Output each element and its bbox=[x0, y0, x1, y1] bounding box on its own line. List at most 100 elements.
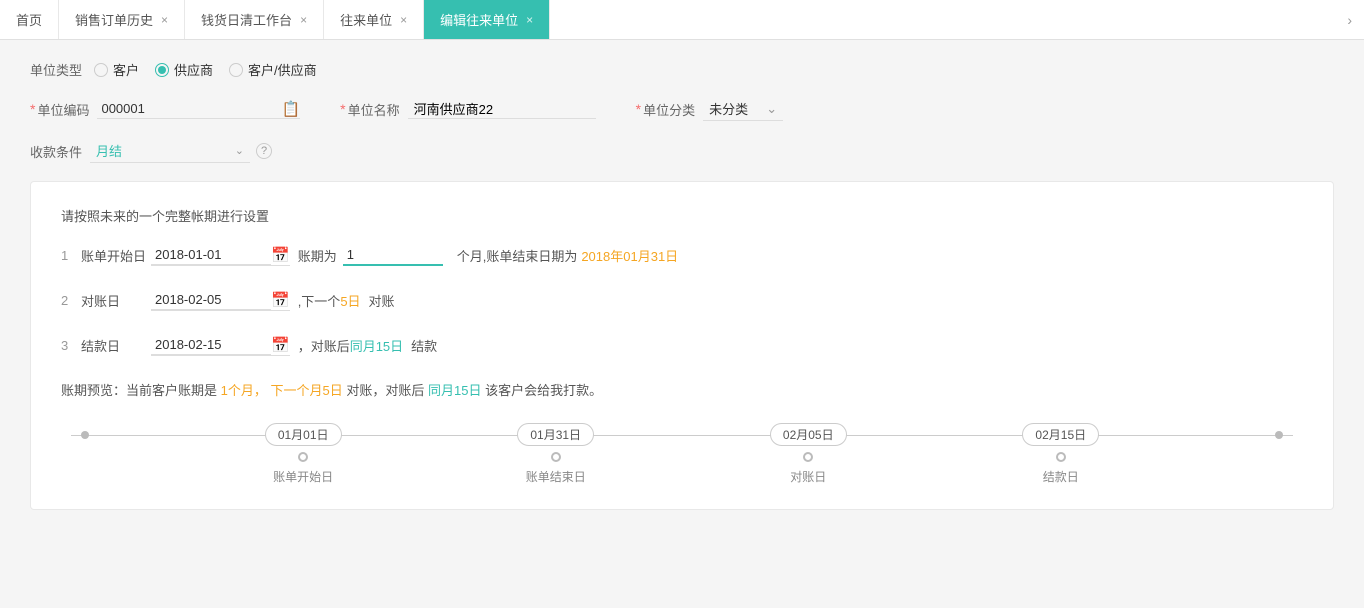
radio-supplier-circle bbox=[155, 63, 169, 77]
step-2-desc-suffix: 对账 bbox=[369, 291, 395, 310]
category-item: * 单位分类 未分类 ⌄ bbox=[636, 97, 783, 121]
timeline-start-dot bbox=[81, 423, 89, 485]
timeline-end-dot bbox=[1275, 423, 1283, 485]
radio-supplier-label: 供应商 bbox=[174, 60, 213, 79]
tab-edit-unit[interactable]: 编辑往来单位 × bbox=[424, 0, 550, 39]
payment-item: 收款条件 月结 ⌄ ? bbox=[30, 139, 272, 163]
tl-dot-3 bbox=[803, 452, 813, 462]
step-3-date-wrap: 📅 bbox=[151, 335, 290, 356]
code-name-cat-row: * 单位编码 📋 * 单位名称 * 单位分类 未分类 ⌄ bbox=[30, 97, 1334, 121]
step-3-num: 3 bbox=[61, 338, 81, 353]
tl-label-1: 账单开始日 bbox=[273, 468, 333, 485]
payment-row: 收款条件 月结 ⌄ ? bbox=[30, 139, 1334, 163]
timeline-node-2: 01月31日 账单结束日 bbox=[517, 423, 594, 485]
category-select[interactable]: 未分类 ⌄ bbox=[703, 97, 783, 121]
step-1-row: 1 账单开始日 📅 账期为 个月,账单结束日期为 2018年01月31日 bbox=[61, 245, 1303, 266]
step-2-highlight: 5日 bbox=[340, 291, 360, 310]
tl-badge-3: 02月05日 bbox=[770, 423, 847, 446]
code-input-wrap: 📋 bbox=[97, 99, 300, 119]
tab-unit-close[interactable]: × bbox=[400, 13, 407, 27]
radio-supplier[interactable]: 供应商 bbox=[155, 60, 213, 79]
section-instruction: 请按照未来的一个完整帐期进行设置 bbox=[61, 206, 1303, 225]
preview-end: 该客户会给我打款。 bbox=[485, 383, 602, 398]
code-item: * 单位编码 📋 bbox=[30, 99, 300, 119]
tl-label-2: 账单结束日 bbox=[526, 468, 586, 485]
unit-type-item: 单位类型 客户 供应商 客户/供应商 bbox=[30, 60, 317, 79]
unit-type-label: 单位类型 bbox=[30, 60, 82, 79]
radio-both-circle bbox=[229, 63, 243, 77]
name-label: 单位名称 bbox=[348, 100, 400, 119]
payment-value: 月结 bbox=[96, 141, 235, 160]
step-3-desc-suffix: 结款 bbox=[411, 336, 437, 355]
tab-cash-flow-close[interactable]: × bbox=[300, 13, 307, 27]
tab-sales-history[interactable]: 销售订单历史 × bbox=[59, 0, 185, 39]
unit-type-row: 单位类型 客户 供应商 客户/供应商 bbox=[30, 60, 1334, 79]
preview-p3: 同月15日 bbox=[428, 383, 481, 398]
payment-chevron-icon: ⌄ bbox=[235, 144, 244, 157]
tab-home[interactable]: 首页 bbox=[0, 0, 59, 39]
tl-badge-2: 01月31日 bbox=[517, 423, 594, 446]
step-1-date-wrap: 📅 bbox=[151, 245, 290, 266]
code-star: * bbox=[30, 101, 35, 117]
tab-cash-flow[interactable]: 钱货日清工作台 × bbox=[185, 0, 324, 39]
main-content: 单位类型 客户 供应商 客户/供应商 * 单位编码 bbox=[0, 40, 1364, 608]
step-1-desc-before: 账期为 bbox=[298, 246, 337, 265]
step-2-date-input[interactable] bbox=[151, 290, 271, 310]
preview-mid: 对账，对账后 bbox=[346, 383, 424, 398]
name-input[interactable] bbox=[408, 99, 596, 119]
radio-customer-circle bbox=[94, 63, 108, 77]
step-1-name: 账单开始日 bbox=[81, 246, 151, 265]
tab-unit[interactable]: 往来单位 × bbox=[324, 0, 424, 39]
radio-both[interactable]: 客户/供应商 bbox=[229, 60, 317, 79]
step-2-cal-icon[interactable]: 📅 bbox=[271, 291, 290, 309]
step-3-row: 3 结款日 📅 ，对账后 同月15日 结款 bbox=[61, 335, 1303, 356]
payment-help-icon[interactable]: ? bbox=[256, 143, 272, 159]
step-2-desc-prefix: ,下一个 bbox=[298, 291, 341, 310]
category-label: 单位分类 bbox=[643, 100, 695, 119]
step-2-name: 对账日 bbox=[81, 291, 151, 310]
payment-select[interactable]: 月结 ⌄ bbox=[90, 139, 250, 163]
timeline-nodes: 01月01日 账单开始日 01月31日 账单结束日 02月05日 对账日 bbox=[81, 423, 1283, 485]
step-3-desc-prefix: ，对账后 bbox=[298, 336, 350, 355]
tab-cash-flow-label: 钱货日清工作台 bbox=[201, 10, 292, 29]
category-chevron-icon: ⌄ bbox=[766, 101, 777, 117]
timeline-container: 01月01日 账单开始日 01月31日 账单结束日 02月05日 对账日 bbox=[61, 423, 1303, 485]
tab-sales-history-close[interactable]: × bbox=[161, 13, 168, 27]
step-1-date-input[interactable] bbox=[151, 245, 271, 265]
tab-home-label: 首页 bbox=[16, 10, 42, 29]
timeline-node-4: 02月15日 结款日 bbox=[1022, 423, 1099, 485]
tab-sales-history-label: 销售订单历史 bbox=[75, 10, 153, 29]
tab-unit-label: 往来单位 bbox=[340, 10, 392, 29]
name-star: * bbox=[340, 101, 345, 117]
tabs-more-icon[interactable]: › bbox=[1335, 12, 1364, 28]
radio-customer-label: 客户 bbox=[113, 60, 139, 79]
payment-label: 收款条件 bbox=[30, 142, 82, 161]
timeline-node-1: 01月01日 账单开始日 bbox=[265, 423, 342, 485]
tl-label-4: 结款日 bbox=[1043, 468, 1079, 485]
code-label: 单位编码 bbox=[37, 100, 89, 119]
step-1-num: 1 bbox=[61, 248, 81, 263]
preview-label: 账期预览：当前客户账期是 bbox=[61, 383, 217, 398]
preview-p2: 下一个月5日 bbox=[271, 383, 343, 398]
tl-dot-2 bbox=[551, 452, 561, 462]
category-value: 未分类 bbox=[709, 99, 748, 118]
tl-end-circle bbox=[1275, 431, 1283, 439]
step-1-cal-icon[interactable]: 📅 bbox=[271, 246, 290, 264]
tab-edit-unit-close[interactable]: × bbox=[526, 13, 533, 27]
step-3-cal-icon[interactable]: 📅 bbox=[271, 336, 290, 354]
step-2-row: 2 对账日 📅 ,下一个 5日 对账 bbox=[61, 290, 1303, 311]
tl-badge-1: 01月01日 bbox=[265, 423, 342, 446]
step-1-desc-after: 个月,账单结束日期为 bbox=[457, 246, 578, 265]
preview-p1: 1个月， bbox=[221, 383, 267, 398]
step-2-date-wrap: 📅 bbox=[151, 290, 290, 311]
code-input[interactable] bbox=[97, 99, 281, 118]
category-star: * bbox=[636, 101, 641, 117]
step-2-num: 2 bbox=[61, 293, 81, 308]
radio-both-label: 客户/供应商 bbox=[248, 60, 317, 79]
code-copy-icon[interactable]: 📋 bbox=[281, 100, 300, 118]
step-3-date-input[interactable] bbox=[151, 335, 271, 355]
timeline-node-3: 02月05日 对账日 bbox=[770, 423, 847, 485]
period-input[interactable] bbox=[343, 245, 443, 266]
radio-customer[interactable]: 客户 bbox=[94, 60, 139, 79]
step-1-end-date: 2018年01月31日 bbox=[581, 246, 678, 265]
